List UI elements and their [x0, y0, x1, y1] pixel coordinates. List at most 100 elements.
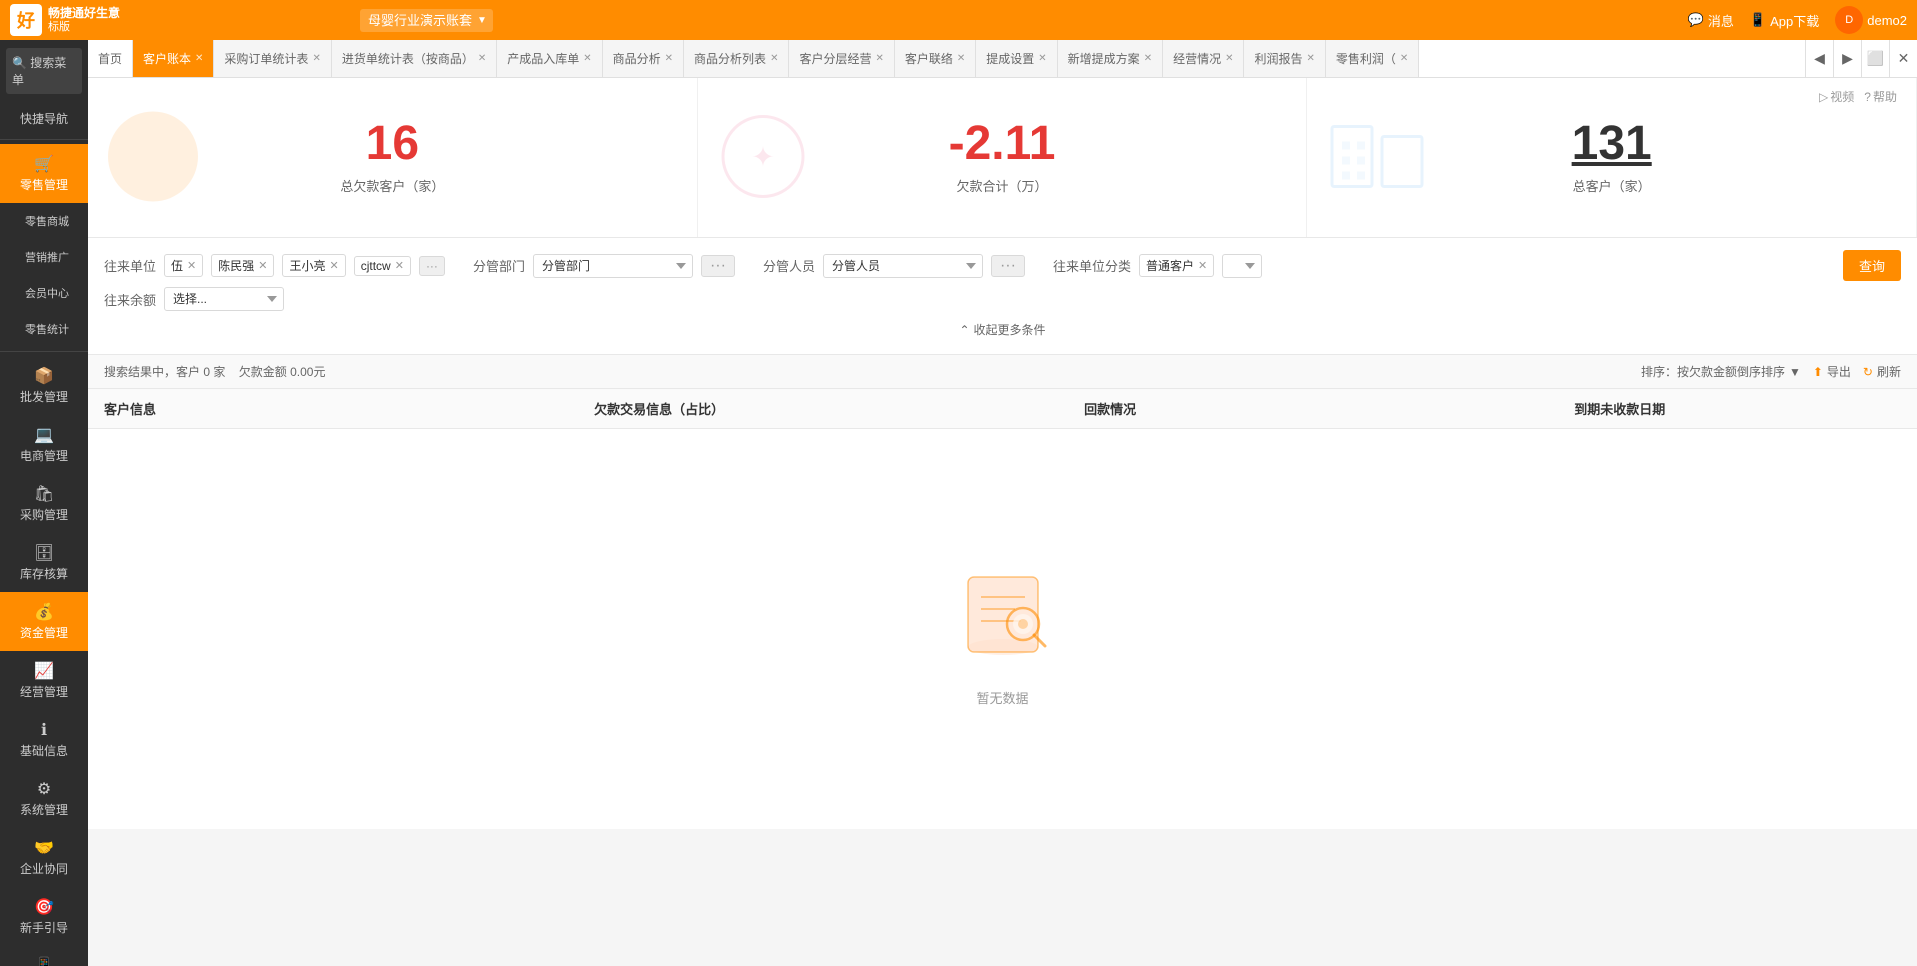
sidebar-item-system[interactable]: ⚙ 系统管理 — [0, 769, 88, 828]
main-layout: 🔍 搜索菜单 快捷导航 🛒 零售管理 零售商城 营销推广 会员中心 — [0, 40, 1917, 966]
tab-label: 商品分析列表 — [694, 50, 766, 67]
sidebar-item-label: 营销推广 — [12, 249, 82, 265]
empty-illustration — [943, 552, 1063, 672]
tab-inbound-stats[interactable]: 进货单统计表（按商品） ✕ — [332, 40, 497, 78]
sidebar-item-label: 电商管理 — [6, 447, 82, 464]
result-bar: 搜索结果中，客户 0 家 欠款金额 0.00元 排序：按欠款金额倒序排序 ▼ — [88, 355, 1917, 389]
top-bar: 好 畅捷通好生意 标版 母婴行业演示账套 ▼ 💬 消息 📱 App下载 D — [0, 0, 1917, 40]
tab-product-inbound[interactable]: 产成品入库单 ✕ — [497, 40, 602, 78]
top-bar-right: 💬 消息 📱 App下载 D demo2 — [1688, 6, 1907, 34]
sidebar-item-label: 系统管理 — [6, 801, 82, 818]
version-dropdown[interactable]: 母婴行业演示账套 — [360, 9, 493, 32]
sidebar-item-inventory[interactable]: 🗄 库存核算 — [0, 533, 88, 592]
tab-close-icon[interactable]: ✕ — [1144, 53, 1152, 64]
tab-purchase-order-stats[interactable]: 采购订单统计表 ✕ — [214, 40, 331, 78]
stat-value-debt: -2.11 — [949, 120, 1056, 168]
filter-tag-unit: 伍 ✕ — [164, 254, 203, 277]
tab-operation-status[interactable]: 经营情况 ✕ — [1163, 40, 1244, 78]
tab-customer-contact[interactable]: 客户联络 ✕ — [895, 40, 976, 78]
version-dropdown-wrapper[interactable]: 母婴行业演示账套 ▼ — [240, 9, 487, 32]
user-avatar-area[interactable]: D demo2 — [1835, 6, 1907, 34]
tab-close-icon[interactable]: ✕ — [1307, 53, 1315, 64]
filter-tag-close-wu[interactable]: ✕ — [187, 259, 196, 272]
tab-new-promote[interactable]: 新增提成方案 ✕ — [1058, 40, 1163, 78]
sidebar-item-marketing[interactable]: 营销推广 — [0, 239, 88, 275]
sidebar-item-wholesale[interactable]: 📦 批发管理 — [0, 356, 88, 415]
download-icon: 📱 — [1750, 12, 1766, 28]
sort-icon: ▼ — [1789, 365, 1801, 379]
filter-tag-close-cjttcw[interactable]: ✕ — [395, 259, 404, 272]
tab-customer-segment[interactable]: 客户分层经营 ✕ — [789, 40, 894, 78]
sidebar-item-retail[interactable]: 🛒 零售管理 — [0, 144, 88, 203]
collapse-filters-button[interactable]: ⌃ 收起更多条件 — [959, 321, 1045, 338]
tab-close-icon[interactable]: ✕ — [770, 53, 778, 64]
tab-close-icon[interactable]: ✕ — [478, 53, 486, 64]
search-icon: 🔍 — [12, 56, 27, 70]
tab-scroll-left-button[interactable]: ◀ — [1805, 40, 1833, 78]
department-select[interactable]: 分管部门 — [533, 254, 693, 278]
sidebar-item-label: 资金管理 — [6, 624, 82, 641]
manager-select[interactable]: 分管人员 — [823, 254, 983, 278]
refresh-button[interactable]: ↻ 刷新 — [1863, 363, 1901, 380]
balance-select[interactable]: 选择... — [164, 287, 284, 311]
sidebar-item-member[interactable]: 会员中心 — [0, 275, 88, 311]
tab-profit-report[interactable]: 利润报告 ✕ — [1244, 40, 1325, 78]
filter-tag-close-normal[interactable]: ✕ — [1198, 259, 1207, 272]
sidebar-item-label: 基础信息 — [6, 742, 82, 759]
sidebar-item-operation[interactable]: 📈 经营管理 — [0, 651, 88, 710]
sidebar-item-basic[interactable]: ℹ 基础信息 — [0, 710, 88, 769]
sidebar-item-new-guide[interactable]: 🎯 新手引导 — [0, 887, 88, 946]
operation-icon: 📈 — [6, 661, 82, 681]
tab-scroll-right-button[interactable]: ▶ — [1833, 40, 1861, 78]
quick-nav-button[interactable]: 快捷导航 — [0, 102, 88, 135]
tab-collapse-button[interactable]: ⬜ — [1861, 40, 1889, 78]
query-button[interactable]: 查询 — [1843, 250, 1901, 281]
search-menu-button[interactable]: 🔍 搜索菜单 — [6, 48, 82, 94]
tab-retail-profit[interactable]: 零售利润（ ✕ — [1326, 40, 1419, 78]
department-more-button[interactable]: ··· — [701, 255, 735, 277]
tab-home[interactable]: 首页 — [88, 40, 133, 78]
tab-close-icon[interactable]: ✕ — [1400, 53, 1408, 64]
tab-promote-settings[interactable]: 提成设置 ✕ — [976, 40, 1057, 78]
tab-close-icon[interactable]: ✕ — [312, 53, 320, 64]
sidebar-item-purchase[interactable]: 🛍 采购管理 — [0, 474, 88, 533]
tab-label: 进货单统计表（按商品） — [342, 50, 474, 67]
sidebar-item-ecommerce[interactable]: 💻 电商管理 — [0, 415, 88, 474]
sidebar-divider-2 — [0, 351, 88, 352]
tab-label: 零售利润（ — [1336, 50, 1396, 67]
ecommerce-icon: 💻 — [6, 425, 82, 445]
refresh-icon: ↻ — [1863, 365, 1873, 379]
tab-label: 客户联络 — [905, 50, 953, 67]
filter-tag-close-chen[interactable]: ✕ — [258, 259, 267, 272]
app-download-button[interactable]: 📱 App下载 — [1750, 11, 1819, 30]
tab-close-icon[interactable]: ✕ — [665, 53, 673, 64]
export-icon: ⬆ — [1813, 365, 1823, 379]
sidebar-item-finance[interactable]: 💰 资金管理 — [0, 592, 88, 651]
message-button[interactable]: 💬 消息 — [1688, 11, 1734, 30]
tab-close-all-button[interactable]: ✕ — [1889, 40, 1917, 78]
tab-close-icon[interactable]: ✕ — [957, 53, 965, 64]
manager-more-button[interactable]: ··· — [991, 255, 1025, 277]
stat-label-total-clients: 总客户（家） — [1573, 176, 1651, 195]
sidebar-item-app-center[interactable]: 📱 应用中心 — [0, 946, 88, 966]
tab-close-icon[interactable]: ✕ — [583, 53, 591, 64]
sidebar-item-label: 企业协同 — [6, 860, 82, 877]
sidebar-item-label: 会员中心 — [12, 285, 82, 301]
tab-close-icon[interactable]: ✕ — [1038, 53, 1046, 64]
tab-customer-account[interactable]: 客户账本 ✕ — [133, 40, 214, 78]
tab-product-analysis[interactable]: 商品分析 ✕ — [603, 40, 684, 78]
sidebar-item-retail-mall[interactable]: 零售商城 — [0, 203, 88, 239]
tab-close-icon[interactable]: ✕ — [1225, 53, 1233, 64]
unit-type-select[interactable] — [1222, 254, 1262, 278]
filter-more-button[interactable]: ··· — [419, 256, 445, 276]
tab-close-icon[interactable]: ✕ — [195, 53, 203, 64]
sidebar-item-enterprise-collab[interactable]: 🤝 企业协同 — [0, 828, 88, 887]
filter-tag-close-wang[interactable]: ✕ — [330, 259, 339, 272]
tab-product-analysis-list[interactable]: 商品分析列表 ✕ — [684, 40, 789, 78]
tab-close-icon[interactable]: ✕ — [875, 53, 883, 64]
app-container: 好 畅捷通好生意 标版 母婴行业演示账套 ▼ 💬 消息 📱 App下载 D — [0, 0, 1917, 966]
sort-button[interactable]: 排序：按欠款金额倒序排序 ▼ — [1641, 363, 1801, 380]
purchase-icon: 🛍 — [6, 484, 82, 504]
sidebar-item-retail-stats[interactable]: 零售统计 — [0, 311, 88, 347]
export-button[interactable]: ⬆ 导出 — [1813, 363, 1851, 380]
